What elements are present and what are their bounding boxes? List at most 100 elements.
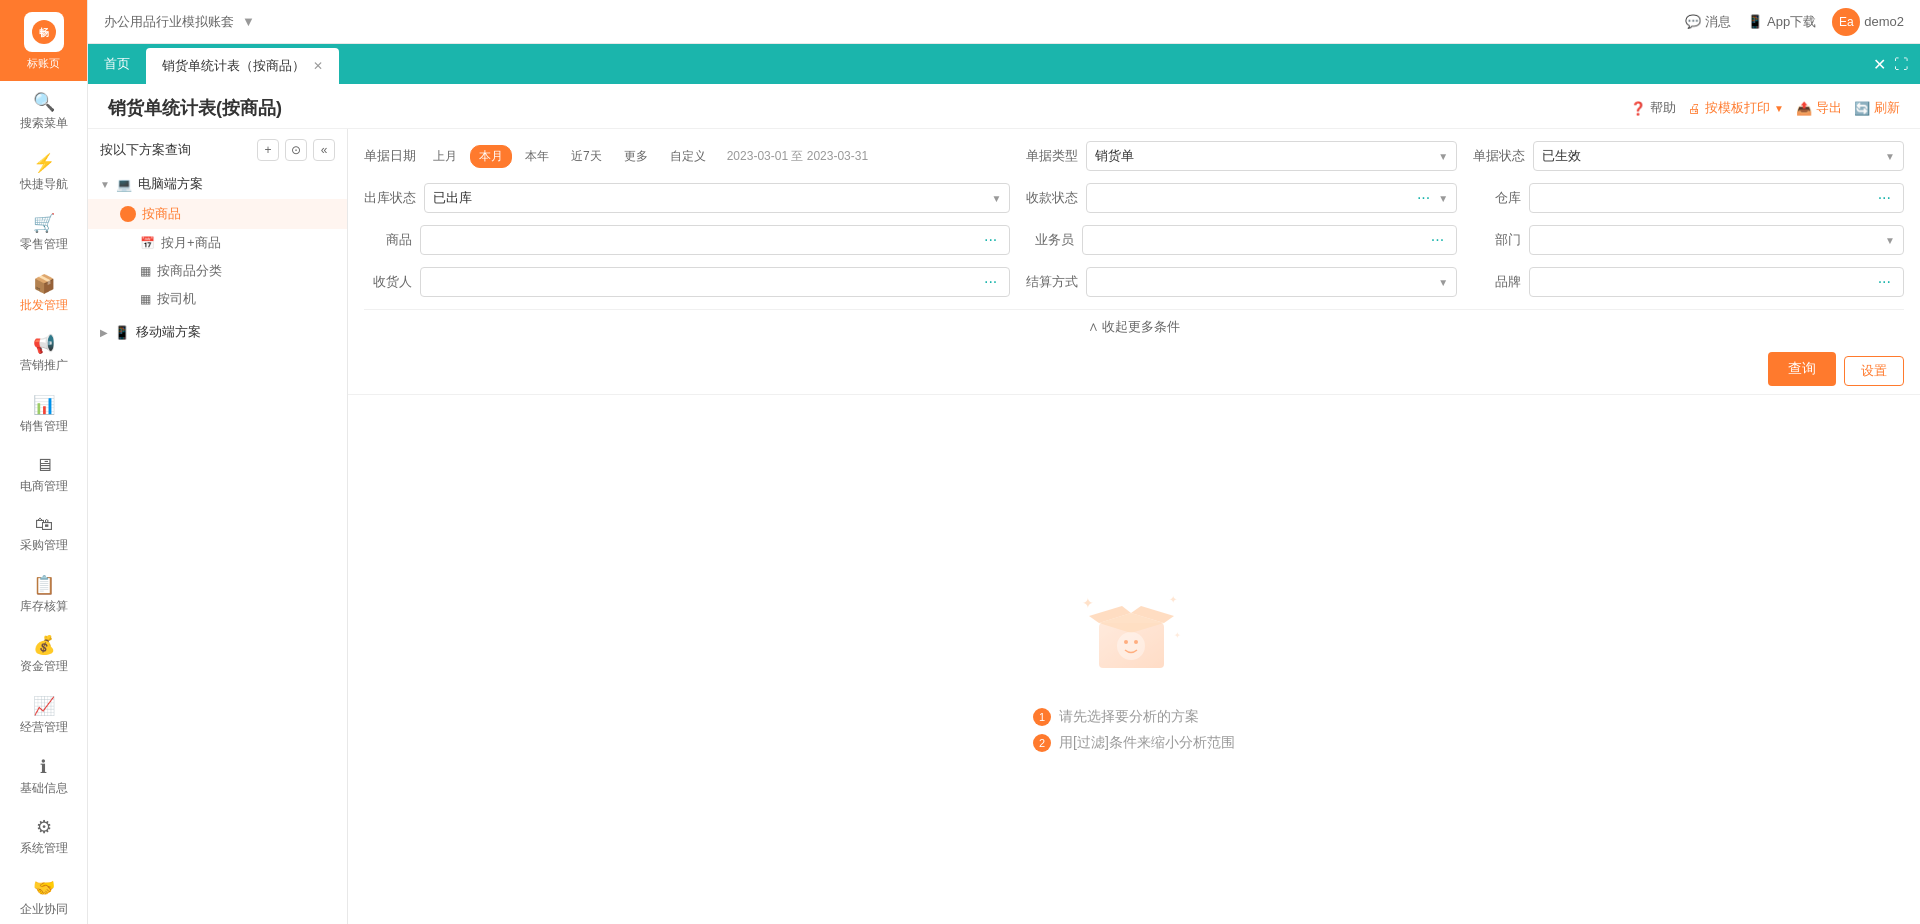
sidebar-item-search[interactable]: 🔍 搜索菜单 — [0, 81, 87, 142]
staff-label: 业务员 — [1026, 231, 1082, 249]
recipient-dots-btn[interactable]: ··· — [980, 273, 1001, 291]
filter-item-dept: 部门 ▼ — [1473, 225, 1904, 255]
goods-dots-btn[interactable]: ··· — [980, 231, 1001, 249]
collapse-label: ∧ 收起更多条件 — [1088, 319, 1181, 334]
scheme-item-label-driver: 按司机 — [157, 290, 196, 308]
app-download-btn[interactable]: 📱 App下载 — [1747, 13, 1816, 31]
scheme-collapse-btn[interactable]: « — [313, 139, 335, 161]
sidebar-item-enterprise-collab[interactable]: 🤝 企业协同 — [0, 867, 87, 924]
refresh-btn[interactable]: 🔄 刷新 — [1854, 99, 1900, 117]
industry-label: 办公用品行业模拟账套 — [104, 13, 234, 31]
sidebar-label-sales: 销售管理 — [20, 419, 68, 435]
top-bar-right: 💬 消息 📱 App下载 Ea demo2 — [1685, 8, 1904, 36]
print-btn[interactable]: 🖨 按模板打印 ▼ — [1688, 99, 1784, 117]
type-select[interactable]: 销货单 ▼ — [1086, 141, 1457, 171]
messages-label: 消息 — [1705, 13, 1731, 31]
sidebar-item-retail[interactable]: 🛒 零售管理 — [0, 202, 87, 263]
date-tab-last-month[interactable]: 上月 — [424, 145, 466, 168]
date-label: 单据日期 — [364, 147, 424, 165]
dept-select[interactable]: ▼ — [1529, 225, 1904, 255]
date-tab-this-month[interactable]: 本月 — [470, 145, 512, 168]
date-tab-this-year[interactable]: 本年 — [516, 145, 558, 168]
brand-dots-btn[interactable]: ··· — [1874, 273, 1895, 291]
dept-dropdown-icon: ▼ — [1885, 235, 1895, 246]
collapse-conditions-btn[interactable]: ∧ 收起更多条件 — [364, 309, 1904, 344]
sidebar-item-operations[interactable]: 📈 经营管理 — [0, 685, 87, 746]
sidebar-item-basic-info[interactable]: ℹ 基础信息 — [0, 746, 87, 807]
sidebar-item-finance[interactable]: 💰 资金管理 — [0, 624, 87, 685]
sidebar-item-ecommerce[interactable]: 🖥 电商管理 — [0, 445, 87, 505]
tab-minimize-btn[interactable]: ✕ — [1873, 55, 1886, 74]
user-area[interactable]: Ea demo2 — [1832, 8, 1904, 36]
empty-tip-1: 1 请先选择要分析的方案 — [1033, 708, 1235, 726]
sidebar-item-system[interactable]: ⚙ 系统管理 — [0, 806, 87, 867]
sidebar-label-finance: 资金管理 — [20, 659, 68, 675]
stock-out-value: 已出库 — [433, 189, 472, 207]
content-area: 销货单统计表(按商品) ❓ 帮助 🖨 按模板打印 ▼ 📤 导出 🔄 刷新 — [88, 84, 1920, 924]
goods-input[interactable]: ··· — [420, 225, 1010, 255]
type-dropdown-icon: ▼ — [1438, 151, 1448, 162]
export-icon: 📤 — [1796, 101, 1812, 116]
query-button[interactable]: 查询 — [1768, 352, 1836, 386]
date-control: 上月 本月 本年 近7天 更多 自定义 2023-03-01 至 2023-03… — [424, 145, 1010, 168]
empty-state: ✦ ✦ ✦ 1 请先选择要分析的方案 2 用[过滤]条件来缩小分析范围 — [348, 395, 1920, 924]
staff-input[interactable]: ··· — [1082, 225, 1457, 255]
sidebar: 畅 标账页 🔍 搜索菜单 ⚡ 快捷导航 🛒 零售管理 📦 批发管理 📢 营销推广… — [0, 0, 88, 924]
scheme-panel: 按以下方案查询 + ⊙ « ▼ 💻 电脑端方案 — [88, 129, 348, 924]
scheme-group-desktop-header[interactable]: ▼ 💻 电脑端方案 — [88, 169, 347, 199]
filter-row-3: 商品 ··· 业务员 ··· 部门 — [364, 225, 1904, 255]
type-value: 销货单 — [1095, 147, 1134, 165]
date-tab-more[interactable]: 更多 — [615, 145, 657, 168]
tab-close-btn[interactable]: ✕ — [313, 59, 323, 73]
scheme-item-icon-month: 📅 — [140, 236, 155, 250]
filter-item-warehouse: 仓库 ··· — [1473, 183, 1904, 213]
brand-input[interactable]: ··· — [1529, 267, 1904, 297]
settings-button[interactable]: 设置 — [1844, 356, 1904, 386]
svg-point-3 — [1117, 632, 1145, 660]
sidebar-label-inventory: 库存核算 — [20, 599, 68, 615]
date-tab-7days[interactable]: 近7天 — [562, 145, 611, 168]
scheme-add-btn[interactable]: + — [257, 139, 279, 161]
recipient-input[interactable]: ··· — [420, 267, 1010, 297]
export-btn[interactable]: 📤 导出 — [1796, 99, 1842, 117]
staff-dots-btn[interactable]: ··· — [1427, 231, 1448, 249]
marketing-icon: 📢 — [33, 333, 55, 355]
filter-item-status: 单据状态 已生效 ▼ — [1473, 141, 1904, 171]
tab-home[interactable]: 首页 — [88, 44, 146, 84]
sidebar-item-sales[interactable]: 📊 销售管理 — [0, 384, 87, 445]
sidebar-item-inventory[interactable]: 📋 库存核算 — [0, 564, 87, 625]
group-label: 电脑端方案 — [138, 175, 203, 193]
svg-text:✦: ✦ — [1082, 595, 1094, 611]
payment-method-select[interactable]: ▼ — [1086, 267, 1457, 297]
tab-maximize-btn[interactable]: ⛶ — [1894, 56, 1908, 72]
download-icon: 📱 — [1747, 14, 1763, 29]
payment-dots-btn[interactable]: ··· — [1413, 189, 1434, 207]
messages-btn[interactable]: 💬 消息 — [1685, 13, 1731, 31]
status-select[interactable]: 已生效 ▼ — [1533, 141, 1904, 171]
sidebar-label-wholesale: 批发管理 — [20, 298, 68, 314]
sidebar-item-purchase[interactable]: 🛍 采购管理 — [0, 504, 87, 564]
user-name: demo2 — [1864, 14, 1904, 29]
scheme-item-by-driver[interactable]: ▦ 按司机 — [88, 285, 347, 313]
scheme-item-by-month-goods[interactable]: 📅 按月+商品 — [88, 229, 347, 257]
tab-sales-stats[interactable]: 销货单统计表（按商品） ✕ — [146, 48, 339, 84]
scheme-group-mobile-header[interactable]: ▶ 📱 移动端方案 — [88, 317, 347, 347]
filter-row-1: 单据日期 上月 本月 本年 近7天 更多 自定义 20 — [364, 141, 1904, 171]
scheme-item-by-goods[interactable]: 按商品 — [88, 199, 347, 229]
stock-out-select[interactable]: 已出库 ▼ — [424, 183, 1010, 213]
operations-icon: 📈 — [33, 695, 55, 717]
date-tab-custom[interactable]: 自定义 — [661, 145, 715, 168]
enterprise-collab-icon: 🤝 — [33, 877, 55, 899]
payment-input[interactable]: ··· ▼ — [1086, 183, 1457, 213]
industry-dropdown-icon[interactable]: ▼ — [242, 14, 255, 29]
sidebar-item-marketing[interactable]: 📢 营销推广 — [0, 323, 87, 384]
sidebar-item-quick-nav[interactable]: ⚡ 快捷导航 — [0, 142, 87, 203]
tip-text-2: 用[过滤]条件来缩小分析范围 — [1059, 734, 1235, 752]
warehouse-dots-btn[interactable]: ··· — [1874, 189, 1895, 207]
help-btn[interactable]: ❓ 帮助 — [1630, 99, 1676, 117]
scheme-settings-btn[interactable]: ⊙ — [285, 139, 307, 161]
scheme-item-by-category[interactable]: ▦ 按商品分类 — [88, 257, 347, 285]
sidebar-item-wholesale[interactable]: 📦 批发管理 — [0, 263, 87, 324]
tip-num-1: 1 — [1033, 708, 1051, 726]
warehouse-input[interactable]: ··· — [1529, 183, 1904, 213]
